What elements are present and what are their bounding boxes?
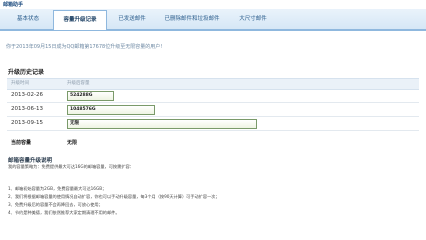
header-time: 升级时间 (11, 81, 29, 86)
capacity-bar: 1048576G (67, 105, 155, 115)
upgrade-notice: 你于2013年09月15日成为QQ邮箱第17678位升级至无限容量的用户! (6, 44, 163, 50)
tab-large-mail[interactable]: 大尺寸邮件 (230, 12, 276, 26)
capacity-value: 无限 (70, 121, 79, 126)
row-date: 2013-02-26 (11, 92, 43, 98)
capacity-bar: 无限 (67, 119, 257, 129)
tab-upgrade-history[interactable]: 容量升级记录 (53, 10, 107, 30)
app-header: 邮箱助手 (0, 0, 426, 8)
tab-sent-mail[interactable]: 已发送邮件 (110, 12, 154, 26)
info-item: 1、邮箱初始容量为2GB，免费容量最大可达16GB； (8, 186, 107, 191)
current-capacity-row: 当前容量 无限 (7, 137, 419, 149)
info-item: 4、节约是种美德，我们依然推荐大家定期清理不用的邮件。 (8, 210, 120, 215)
header-capacity: 升级后容量 (67, 81, 90, 86)
info-item: 2、我们将根据邮箱容量的使用情况自动扩容，你也可以手动升级容量，每3个月（按90… (8, 194, 220, 199)
table-row: 2013-02-26 524288G (7, 89, 419, 103)
app-title: 邮箱助手 (3, 2, 24, 8)
tab-deleted-and-spam[interactable]: 已删除邮件和垃圾邮件 (156, 12, 228, 26)
current-capacity-value: 无限 (67, 140, 78, 146)
capacity-value: 524288G (70, 93, 93, 98)
capacity-bar: 524288G (67, 91, 114, 101)
current-capacity-label: 当前容量 (11, 140, 32, 146)
tab-basic-status[interactable]: 基本状态 (6, 12, 50, 26)
history-title: 升级历史记录 (8, 69, 45, 76)
capacity-value: 1048576G (70, 107, 96, 112)
table-row: 2013-06-13 1048576G (7, 103, 419, 117)
row-date: 2013-06-13 (11, 106, 43, 112)
info-item: 3、免费升级后的容量不会再降回去，可放心使用； (8, 202, 103, 207)
row-date: 2013-09-15 (11, 120, 43, 126)
info-subtitle: 我的容量策略为：免费提供最大可达16G的邮箱容量，可按需扩容： (8, 164, 134, 169)
table-row: 2013-09-15 无限 (7, 117, 419, 131)
info-title: 邮箱容量升级说明 (8, 158, 53, 164)
